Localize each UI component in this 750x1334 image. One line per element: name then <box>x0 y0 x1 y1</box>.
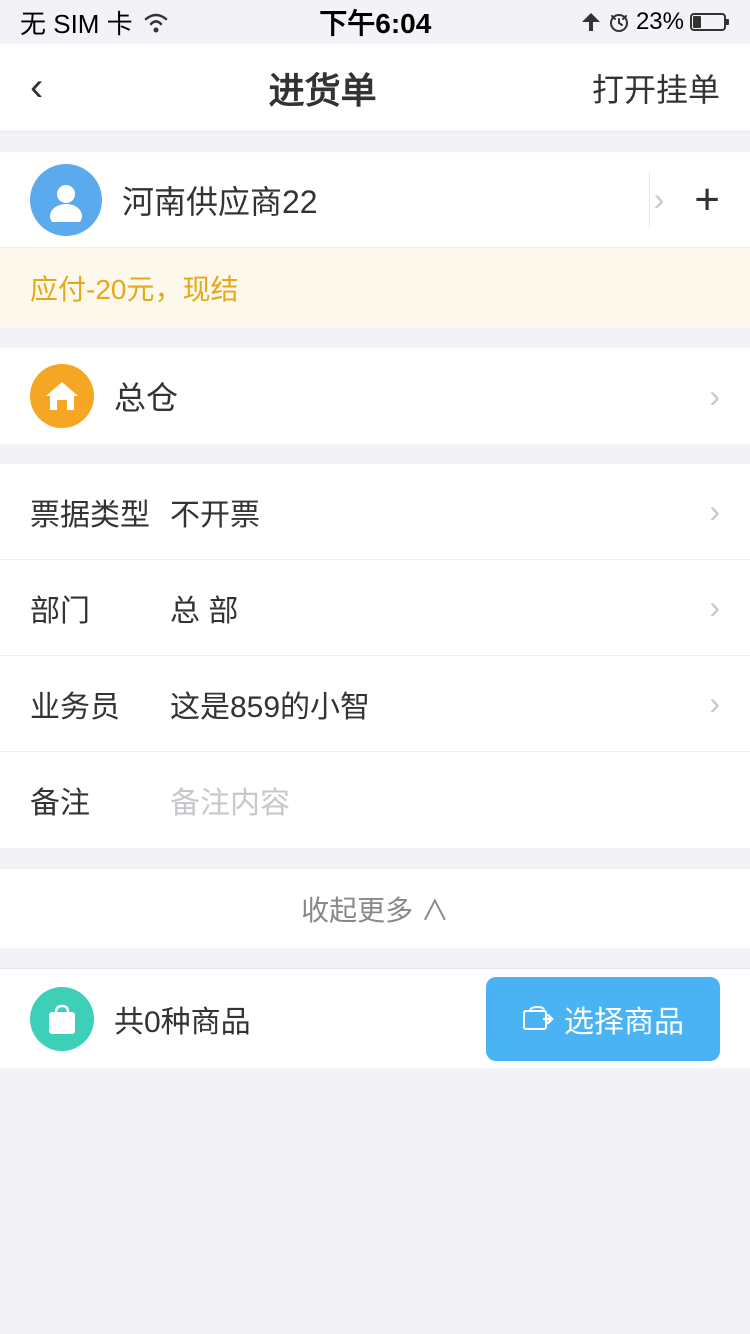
status-bar: 无 SIM 卡 下午6:04 23% <box>0 0 750 44</box>
ticket-type-chevron-icon: › <box>709 493 720 530</box>
supplier-section: 河南供应商22 › + 应付-20元，现结 <box>0 152 750 328</box>
location-icon <box>580 11 602 33</box>
department-row[interactable]: 部门 总 部 › <box>0 560 750 656</box>
battery-icon <box>690 11 730 33</box>
remark-placeholder: 备注内容 <box>160 778 720 822</box>
notice-text: 应付-20元，现结 <box>30 274 238 305</box>
remark-label: 备注 <box>30 778 160 822</box>
product-count: 共0种商品 <box>114 997 486 1041</box>
page-title: 进货单 <box>269 62 377 114</box>
add-supplier-button[interactable]: + <box>694 175 720 225</box>
back-button[interactable]: ‹ <box>20 55 53 120</box>
salesman-value: 这是859的小智 <box>160 682 709 726</box>
user-icon <box>44 178 88 222</box>
section-gap-1 <box>0 132 750 152</box>
supplier-row[interactable]: 河南供应商22 › + <box>0 152 750 248</box>
open-pending-button[interactable]: 打开挂单 <box>592 65 720 111</box>
select-product-icon <box>522 1005 554 1033</box>
department-value: 总 部 <box>160 586 709 630</box>
supplier-divider <box>649 172 650 227</box>
supplier-avatar <box>30 164 102 236</box>
supplier-chevron-icon: › <box>654 181 665 218</box>
status-carrier: 无 SIM 卡 <box>20 4 171 41</box>
ticket-type-value: 不开票 <box>160 490 709 534</box>
status-right: 23% <box>580 8 730 36</box>
warehouse-chevron-icon: › <box>709 378 720 415</box>
carrier-text: 无 SIM 卡 <box>20 4 133 41</box>
bag-icon <box>43 1000 81 1038</box>
nav-bar: ‹ 进货单 打开挂单 <box>0 44 750 132</box>
section-gap-2 <box>0 328 750 348</box>
warehouse-icon <box>30 364 94 428</box>
salesman-label: 业务员 <box>30 682 160 726</box>
main-content: 河南供应商22 › + 应付-20元，现结 总仓 › 票据类型 不开票 <box>0 132 750 1334</box>
notice-banner: 应付-20元，现结 <box>0 248 750 328</box>
supplier-name: 河南供应商22 <box>122 177 654 223</box>
remark-row[interactable]: 备注 备注内容 <box>0 752 750 848</box>
warehouse-name: 总仓 <box>114 373 709 419</box>
department-label: 部门 <box>30 586 160 630</box>
collapse-label: 收起更多 ∧ <box>301 889 449 929</box>
salesman-row[interactable]: 业务员 这是859的小智 › <box>0 656 750 752</box>
wifi-icon <box>141 11 171 33</box>
warehouse-section: 总仓 › <box>0 348 750 444</box>
bottom-bar: 共0种商品 选择商品 <box>0 968 750 1068</box>
select-product-label: 选择商品 <box>564 997 684 1041</box>
select-product-button[interactable]: 选择商品 <box>486 977 720 1061</box>
department-chevron-icon: › <box>709 589 720 626</box>
alarm-icon <box>608 11 630 33</box>
ticket-type-row[interactable]: 票据类型 不开票 › <box>0 464 750 560</box>
battery-percent: 23% <box>636 8 684 36</box>
product-icon <box>30 987 94 1051</box>
house-icon <box>44 378 80 414</box>
form-section: 票据类型 不开票 › 部门 总 部 › 业务员 这是859的小智 › 备注 备注… <box>0 464 750 848</box>
status-time: 下午6:04 <box>319 2 431 42</box>
ticket-type-label: 票据类型 <box>30 490 160 534</box>
warehouse-row[interactable]: 总仓 › <box>0 348 750 444</box>
salesman-chevron-icon: › <box>709 685 720 722</box>
collapse-row[interactable]: 收起更多 ∧ <box>0 868 750 948</box>
